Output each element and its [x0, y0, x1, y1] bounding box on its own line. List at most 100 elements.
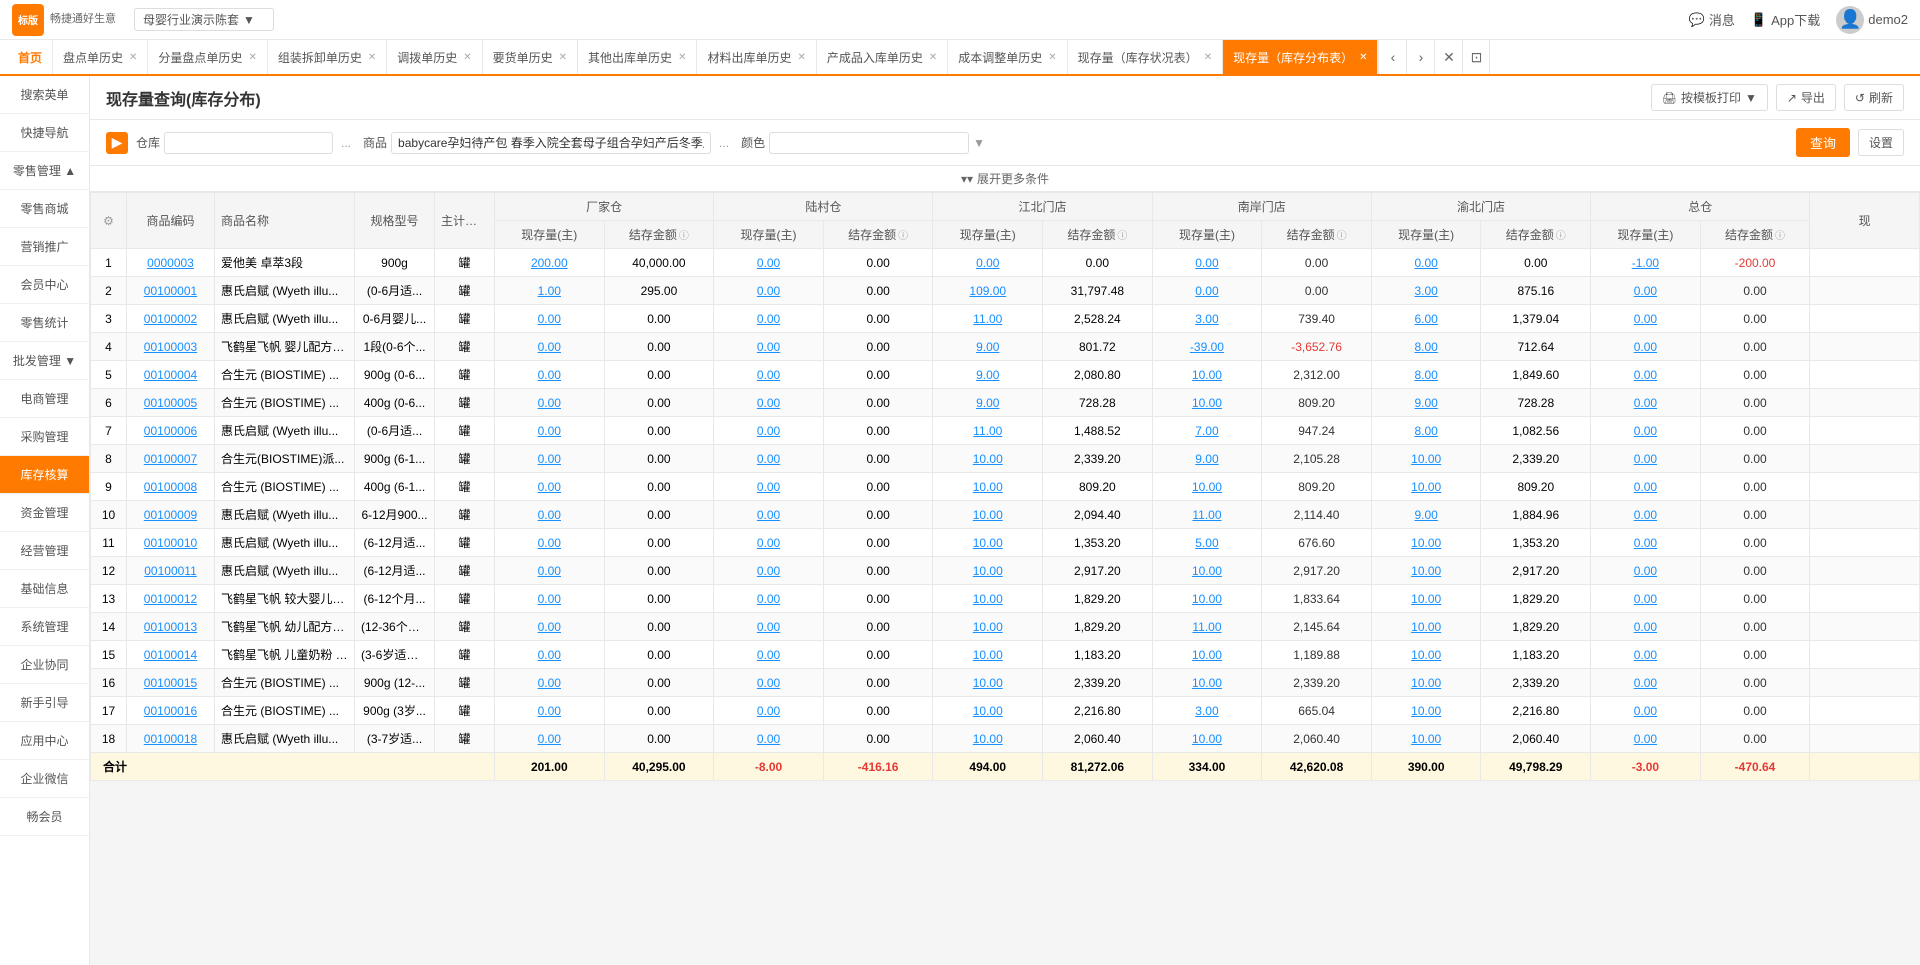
cell-tot-qty: 0.00 — [1591, 445, 1701, 473]
sidebar-item-stat[interactable]: 零售统计 — [0, 304, 89, 342]
sidebar-item-system[interactable]: 系统管理 — [0, 608, 89, 646]
message-btn[interactable]: 💬 消息 — [1689, 10, 1735, 29]
close-icon[interactable]: ✕ — [129, 52, 137, 63]
cell-name: 惠氏启赋 (Wyeth illu... — [215, 557, 355, 585]
sidebar-item-mall[interactable]: 零售商城 — [0, 190, 89, 228]
tab-bundle[interactable]: 组装拆卸单历史 ✕ — [268, 40, 387, 75]
setting-btn[interactable]: 设置 — [1858, 129, 1904, 156]
cell-yb-qty: 8.00 — [1371, 361, 1481, 389]
sidebar-item-nav[interactable]: 快捷导航 — [0, 114, 89, 152]
tab-home[interactable]: 首页 — [8, 40, 53, 75]
table-container[interactable]: ⚙ 商品编码 商品名称 规格型号 主计量单位 厂家仓 陆村仓 江北门店 南岸门店… — [90, 192, 1920, 965]
tab-stock-status[interactable]: 现存量（库存状况表） ✕ — [1068, 40, 1223, 75]
topbar: 标版 畅捷通好生意 母婴行业演示陈套 ▼ 💬 消息 📱 App下载 👤 demo… — [0, 0, 1920, 40]
close-icon[interactable]: ✕ — [1359, 52, 1367, 63]
close-icon[interactable]: ✕ — [1048, 52, 1056, 63]
info-icon[interactable]: ⓘ — [1556, 231, 1566, 242]
cell-unit: 罐 — [435, 417, 495, 445]
cell-extra — [1810, 389, 1920, 417]
sidebar-item-guide[interactable]: 新手引导 — [0, 684, 89, 722]
tab-prev-btn[interactable]: ‹ — [1378, 40, 1406, 75]
sidebar-item-wechat[interactable]: 企业微信 — [0, 760, 89, 798]
tab-transfer[interactable]: 调拨单历史 ✕ — [387, 40, 482, 75]
close-icon[interactable]: ✕ — [929, 52, 937, 63]
cell-jb-bal: 2,216.80 — [1043, 697, 1153, 725]
cell-code: 00100001 — [127, 277, 215, 305]
tab-stocktake[interactable]: 盘点单历史 ✕ — [53, 40, 148, 75]
tab-close-all-btn[interactable]: ✕ — [1434, 40, 1462, 75]
color-input[interactable] — [769, 132, 969, 154]
sidebar-item-purchase[interactable]: 采购管理 — [0, 418, 89, 456]
cell-code: 00100013 — [127, 613, 215, 641]
query-btn[interactable]: 查询 — [1796, 128, 1850, 157]
cell-code: 00100008 — [127, 473, 215, 501]
sidebar-item-retail[interactable]: 零售管理 ▲ — [0, 152, 89, 190]
cell-num: 12 — [91, 557, 127, 585]
tab-other-out[interactable]: 其他出库单历史 ✕ — [578, 40, 697, 75]
tab-split-stocktake[interactable]: 分量盘点单历史 ✕ — [148, 40, 267, 75]
refresh-btn[interactable]: ↺ 刷新 — [1844, 84, 1904, 111]
cell-jb-bal: 2,080.80 — [1043, 361, 1153, 389]
goods-picker-btn[interactable]: ... — [715, 136, 733, 150]
print-btn[interactable]: 🖨 按模板打印 ▼ — [1651, 84, 1768, 111]
sidebar-item-ops[interactable]: 经营管理 — [0, 532, 89, 570]
sidebar-item-finance[interactable]: 资金管理 — [0, 494, 89, 532]
cell-jb-bal: 2,060.40 — [1043, 725, 1153, 753]
info-icon[interactable]: ⓘ — [1117, 231, 1127, 242]
sidebar-item-app[interactable]: 应用中心 — [0, 722, 89, 760]
tab-product-in[interactable]: 产成品入库单历史 ✕ — [817, 40, 948, 75]
tab-stock-dist[interactable]: 现存量（库存分布表） ✕ — [1223, 40, 1378, 75]
warehouse-picker-btn[interactable]: ... — [337, 136, 355, 150]
industry-dropdown[interactable]: 母婴行业演示陈套 ▼ — [134, 8, 274, 31]
tab-cost-adjust[interactable]: 成本调整单历史 ✕ — [948, 40, 1067, 75]
app-download-btn[interactable]: 📱 App下载 — [1751, 10, 1820, 29]
settings-gear-icon[interactable]: ⚙ — [103, 214, 114, 228]
sidebar-item-collab[interactable]: 企业协同 — [0, 646, 89, 684]
info-icon[interactable]: ⓘ — [898, 231, 908, 242]
cell-factory-bal: 0.00 — [604, 669, 714, 697]
cell-tot-bal: 0.00 — [1700, 501, 1810, 529]
goods-input[interactable] — [391, 132, 711, 154]
info-icon[interactable]: ⓘ — [1337, 231, 1347, 242]
close-icon[interactable]: ✕ — [559, 52, 567, 63]
tab-next-btn[interactable]: › — [1406, 40, 1434, 75]
filter-toggle-btn[interactable]: ▶ — [106, 132, 128, 154]
logo-abbr: 标版 — [18, 12, 38, 27]
close-icon[interactable]: ✕ — [1204, 52, 1212, 63]
sidebar-item-vip[interactable]: 畅会员 — [0, 798, 89, 836]
summary-na-bal: 42,620.08 — [1262, 753, 1372, 781]
info-icon[interactable]: ⓘ — [1775, 231, 1785, 242]
tab-order[interactable]: 要货单历史 ✕ — [483, 40, 578, 75]
th-settings[interactable]: ⚙ — [91, 193, 127, 249]
sidebar-item-ecommerce[interactable]: 电商管理 — [0, 380, 89, 418]
cell-factory-qty: 1.00 — [495, 277, 605, 305]
print-icon: 🖨 — [1662, 91, 1677, 105]
sidebar-item-search[interactable]: 搜索英单 — [0, 76, 89, 114]
cell-yb-qty: 10.00 — [1371, 697, 1481, 725]
info-icon[interactable]: ⓘ — [679, 231, 689, 242]
tab-material-out[interactable]: 材料出库单历史 ✕ — [697, 40, 816, 75]
cell-jb-bal: 1,488.52 — [1043, 417, 1153, 445]
cell-yb-qty: 10.00 — [1371, 613, 1481, 641]
sidebar-item-base[interactable]: 基础信息 — [0, 570, 89, 608]
export-btn[interactable]: ↗ 导出 — [1776, 84, 1836, 111]
cell-yb-bal: 1,082.56 — [1481, 417, 1591, 445]
sidebar-item-inventory[interactable]: 库存核算 — [0, 456, 89, 494]
sidebar-item-member[interactable]: 会员中心 — [0, 266, 89, 304]
close-icon[interactable]: ✕ — [463, 52, 471, 63]
sidebar-item-wholesale[interactable]: 批发管理 ▼ — [0, 342, 89, 380]
cell-factory-bal: 295.00 — [604, 277, 714, 305]
tab-expand-btn[interactable]: ⊡ — [1462, 40, 1490, 75]
close-icon[interactable]: ✕ — [368, 52, 376, 63]
page-actions: 🖨 按模板打印 ▼ ↗ 导出 ↺ 刷新 — [1651, 84, 1904, 111]
sidebar-item-marketing[interactable]: 营销推广 — [0, 228, 89, 266]
warehouse-input[interactable] — [164, 132, 333, 154]
cell-yb-qty: 3.00 — [1371, 277, 1481, 305]
tabs-bar: 首页 盘点单历史 ✕ 分量盘点单历史 ✕ 组装拆卸单历史 ✕ 调拨单历史 ✕ 要… — [0, 40, 1920, 76]
expand-conditions-btn[interactable]: ▾▾ 展开更多条件 — [961, 170, 1049, 187]
close-icon[interactable]: ✕ — [678, 52, 686, 63]
close-icon[interactable]: ✕ — [248, 52, 256, 63]
user-profile[interactable]: 👤 demo2 — [1836, 6, 1908, 34]
color-dropdown-icon[interactable]: ▼ — [973, 136, 985, 150]
close-icon[interactable]: ✕ — [797, 52, 805, 63]
